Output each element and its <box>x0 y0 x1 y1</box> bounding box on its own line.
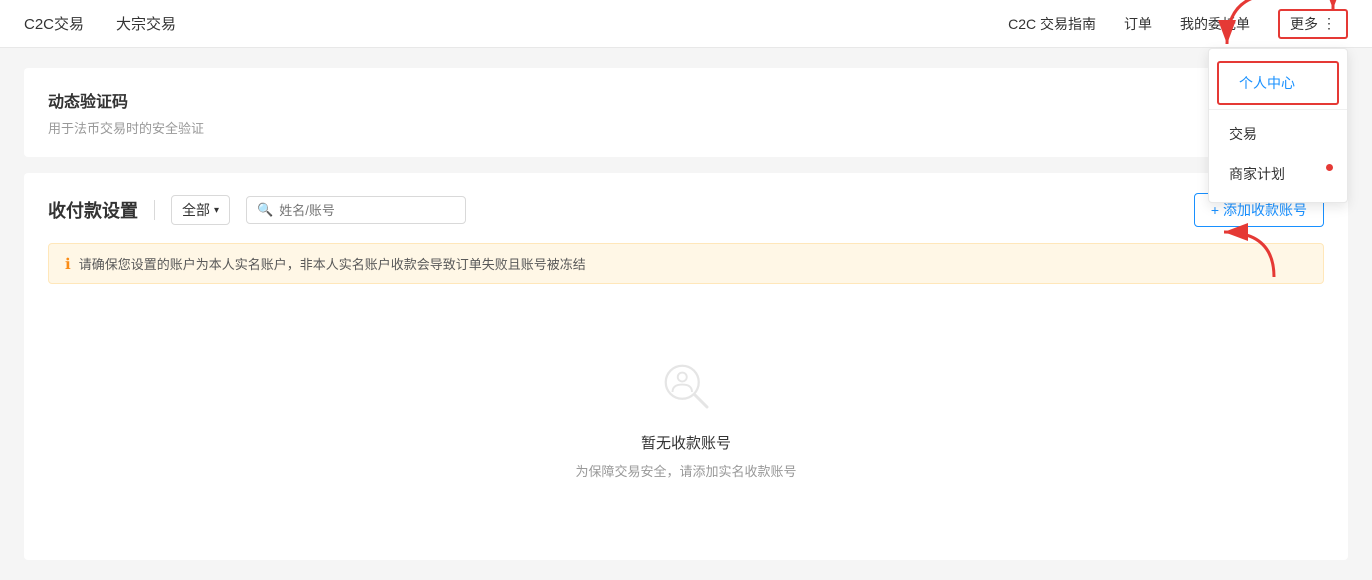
nav-more-icon: ⋮ <box>1322 15 1336 32</box>
payment-search-box[interactable]: 🔍 <box>246 196 466 224</box>
nav-bulk-trade[interactable]: 大宗交易 <box>116 13 176 34</box>
payment-title: 收付款设置 <box>48 197 138 223</box>
empty-desc: 为保障交易安全，请添加实名收款账号 <box>575 461 796 480</box>
merchant-notification-dot <box>1326 164 1333 171</box>
payment-filter-dropdown[interactable]: 全部 ▾ <box>171 195 230 225</box>
nav-orders[interactable]: 订单 <box>1124 14 1152 34</box>
nav-c2c-trade[interactable]: C2C交易 <box>24 13 84 34</box>
dropdown-merchant[interactable]: 商家计划 <box>1209 154 1347 194</box>
main-content: 动态验证码 用于法币交易时的安全验证 收付款设置 全部 ▾ 🔍 + 添加收款账号 <box>0 48 1372 580</box>
warning-icon: ℹ <box>65 255 71 273</box>
empty-icon <box>656 356 716 416</box>
dynamic-verify-section: 动态验证码 用于法币交易时的安全验证 <box>24 68 1348 157</box>
empty-title: 暂无收款账号 <box>641 432 731 453</box>
payment-header-left: 收付款设置 全部 ▾ 🔍 <box>48 195 466 225</box>
nav-right: C2C 交易指南 订单 我的委托单 更多 ⋮ <box>1008 9 1348 39</box>
dropdown-exchange[interactable]: 交易 <box>1209 114 1347 154</box>
dropdown-exchange-label: 交易 <box>1229 124 1257 144</box>
dropdown-divider <box>1209 109 1347 110</box>
warning-text: 请确保您设置的账户为本人实名账户，非本人实名账户收款会导致订单失败且账号被冻结 <box>79 254 586 273</box>
top-nav: C2C交易 大宗交易 C2C 交易指南 订单 我的委托单 更多 ⋮ <box>0 0 1372 48</box>
dynamic-verify-title: 动态验证码 <box>48 88 1324 112</box>
search-icon: 🔍 <box>257 202 273 218</box>
filter-label: 全部 <box>182 200 210 220</box>
search-input[interactable] <box>279 203 455 218</box>
payment-section: 收付款设置 全部 ▾ 🔍 + 添加收款账号 <box>24 173 1348 560</box>
nav-more-wrapper: 更多 ⋮ <box>1278 9 1348 39</box>
nav-more-button[interactable]: 更多 ⋮ <box>1278 9 1348 39</box>
dynamic-verify-desc: 用于法币交易时的安全验证 <box>48 118 1324 137</box>
dropdown-merchant-label: 商家计划 <box>1229 164 1285 184</box>
empty-state: 暂无收款账号 为保障交易安全，请添加实名收款账号 <box>48 316 1324 540</box>
nav-left: C2C交易 大宗交易 <box>24 13 176 34</box>
dropdown-personal-center[interactable]: 个人中心 <box>1217 61 1339 105</box>
nav-c2c-guide[interactable]: C2C 交易指南 <box>1008 14 1096 34</box>
nav-my-orders[interactable]: 我的委托单 <box>1180 14 1250 34</box>
header-divider <box>154 200 155 220</box>
payment-header: 收付款设置 全部 ▾ 🔍 + 添加收款账号 <box>48 193 1324 227</box>
nav-more-label: 更多 <box>1290 14 1318 34</box>
dropdown-personal-label: 个人中心 <box>1239 73 1295 93</box>
dropdown-menu: 个人中心 交易 商家计划 <box>1208 48 1348 203</box>
chevron-down-icon: ▾ <box>214 205 219 216</box>
warning-notice: ℹ 请确保您设置的账户为本人实名账户，非本人实名账户收款会导致订单失败且账号被冻… <box>48 243 1324 284</box>
